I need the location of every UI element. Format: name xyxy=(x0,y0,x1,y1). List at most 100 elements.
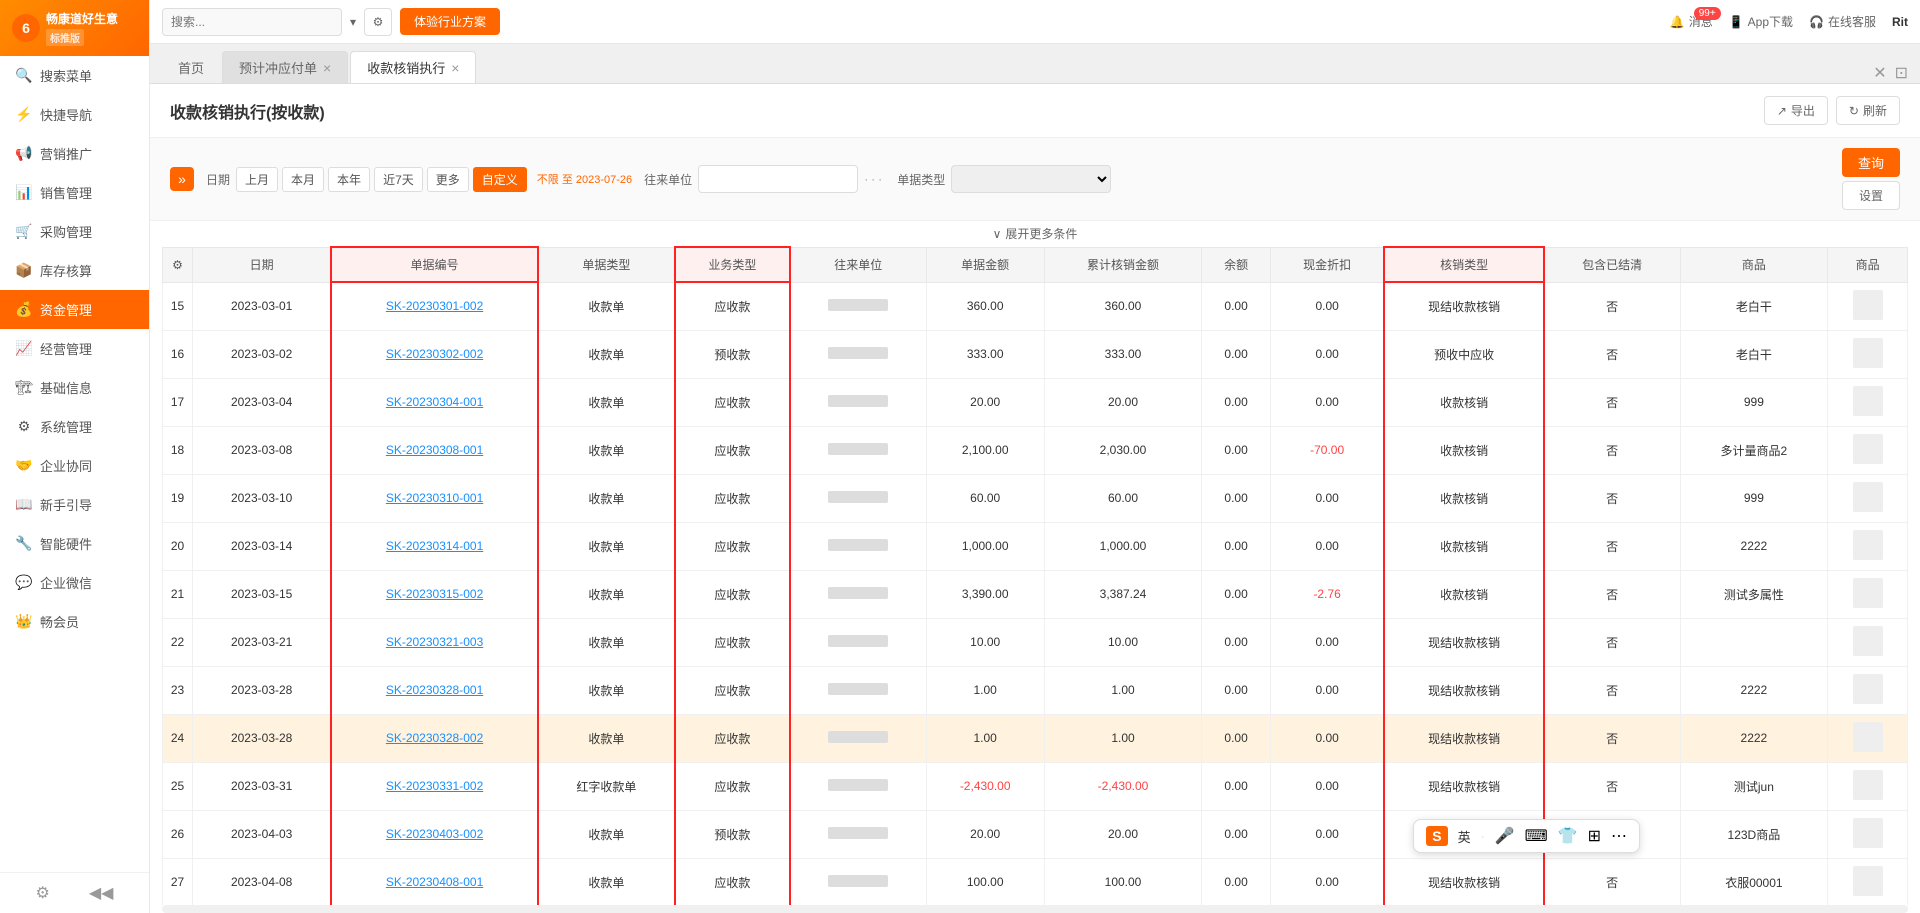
tab-home[interactable]: 首页 xyxy=(162,51,220,83)
voucher-link[interactable]: SK-20230301-002 xyxy=(386,299,483,313)
ime-mic-icon[interactable]: 🎤 xyxy=(1495,826,1515,846)
cell-biz-type: 应收款 xyxy=(675,378,790,426)
cell-cash-discount: 0.00 xyxy=(1270,282,1384,330)
voucher-link[interactable]: SK-20230331-002 xyxy=(386,779,483,793)
cell-date: 2023-03-02 xyxy=(193,330,332,378)
voucher-link[interactable]: SK-20230328-002 xyxy=(386,731,483,745)
sidebar-settings-icon[interactable]: ⚙ xyxy=(36,883,50,903)
maximize-window-btn[interactable]: ⊡ xyxy=(1895,63,1908,83)
sidebar-item-14[interactable]: 👑畅会员 xyxy=(0,602,149,641)
sidebar-item-13[interactable]: 💬企业微信 xyxy=(0,563,149,602)
cell-cash-discount: 0.00 xyxy=(1270,522,1384,570)
sidebar-item-12[interactable]: 🔧智能硬件 xyxy=(0,524,149,563)
cell-counterpart xyxy=(790,618,926,666)
topbar-dropdown[interactable]: ▾ xyxy=(350,15,356,29)
table-settings-button[interactable]: 设置 xyxy=(1842,181,1900,210)
filter-bar: » 日期 上月 本月 本年 近7天 更多 自定义 不限 至 2023-07-26… xyxy=(150,138,1920,221)
this-month-btn[interactable]: 本月 xyxy=(282,167,324,192)
topbar-right: 🔔 消息 99+ 📱 App下载 🎧 在线客服 Rit xyxy=(1670,13,1908,30)
counterpart-input[interactable] xyxy=(698,165,858,193)
this-year-btn[interactable]: 本年 xyxy=(328,167,370,192)
cell-counterpart xyxy=(790,378,926,426)
ime-grid-icon[interactable]: ⊞ xyxy=(1588,826,1601,846)
sidebar-collapse-icon[interactable]: ◀◀ xyxy=(89,883,114,903)
more-dates-btn[interactable]: 更多 xyxy=(427,167,469,192)
cell-product: 老白干 xyxy=(1680,330,1828,378)
last-7-days-btn[interactable]: 近7天 xyxy=(374,167,423,192)
ime-more-icon[interactable]: ⋯ xyxy=(1611,826,1627,846)
sidebar-item-9[interactable]: ⚙系统管理 xyxy=(0,407,149,446)
voucher-link[interactable]: SK-20230328-001 xyxy=(386,683,483,697)
cell-product: 999 xyxy=(1680,474,1828,522)
cell-voucher-type: 收款单 xyxy=(538,378,675,426)
close-window-btn[interactable]: ✕ xyxy=(1873,63,1886,83)
headset-icon: 🎧 xyxy=(1809,15,1824,29)
voucher-link[interactable]: SK-20230403-002 xyxy=(386,827,483,841)
sidebar-item-11[interactable]: 📖新手引导 xyxy=(0,485,149,524)
sidebar-label-14: 畅会员 xyxy=(40,612,79,631)
sidebar-item-0[interactable]: 🔍搜索菜单 xyxy=(0,56,149,95)
ime-shirt-icon[interactable]: 👕 xyxy=(1558,826,1578,846)
cell-date: 2023-03-15 xyxy=(193,570,332,618)
voucher-link[interactable]: SK-20230314-001 xyxy=(386,539,483,553)
custom-date-btn[interactable]: 自定义 xyxy=(473,167,527,192)
topbar: ▾ ⚙ 体验行业方案 🔔 消息 99+ 📱 App下载 🎧 在线客服 Rit xyxy=(150,0,1920,44)
sidebar-icon-5: 📦 xyxy=(16,263,32,279)
tab-prepaid[interactable]: 预计冲应付单 × xyxy=(222,51,348,83)
tab-collection-close[interactable]: × xyxy=(451,60,459,76)
th-gear[interactable]: ⚙ xyxy=(163,247,193,282)
table-scrollbar[interactable] xyxy=(162,905,1908,913)
voucher-link[interactable]: SK-20230304-001 xyxy=(386,395,483,409)
topbar-search-input[interactable] xyxy=(162,8,342,36)
cell-product: 多计量商品2 xyxy=(1680,426,1828,474)
voucher-link[interactable]: SK-20230315-002 xyxy=(386,587,483,601)
sidebar-label-3: 销售管理 xyxy=(40,183,92,202)
cell-voucher-type: 收款单 xyxy=(538,474,675,522)
tab-collection[interactable]: 收款核销执行 × xyxy=(350,51,476,83)
voucher-link[interactable]: SK-20230310-001 xyxy=(386,491,483,505)
cell-product2 xyxy=(1828,330,1908,378)
cell-cash-discount: -2.76 xyxy=(1270,570,1384,618)
tab-prepaid-close[interactable]: × xyxy=(323,60,331,76)
sidebar-item-3[interactable]: 📊销售管理 xyxy=(0,173,149,212)
cell-seq: 19 xyxy=(163,474,193,522)
cell-include-settled: 否 xyxy=(1544,618,1680,666)
sidebar-item-6[interactable]: 💰资金管理 xyxy=(0,290,149,329)
cell-biz-type: 应收款 xyxy=(675,474,790,522)
online-service-link[interactable]: 🎧 在线客服 xyxy=(1809,13,1876,30)
sidebar-item-10[interactable]: 🤝企业协同 xyxy=(0,446,149,485)
voucher-type-select[interactable] xyxy=(951,165,1111,193)
industry-solution-button[interactable]: 体验行业方案 xyxy=(400,8,500,35)
filter-expand-btn[interactable]: » xyxy=(170,167,194,191)
refresh-button[interactable]: ↻ 刷新 xyxy=(1836,96,1900,125)
topbar-gear-btn[interactable]: ⚙ xyxy=(364,8,392,36)
export-button[interactable]: ↗ 导出 xyxy=(1764,96,1828,125)
cell-product2 xyxy=(1828,714,1908,762)
sidebar-item-8[interactable]: 🏗基础信息 xyxy=(0,368,149,407)
cell-product2 xyxy=(1828,858,1908,905)
cell-seq: 20 xyxy=(163,522,193,570)
last-month-btn[interactable]: 上月 xyxy=(236,167,278,192)
sidebar-item-4[interactable]: 🛒采购管理 xyxy=(0,212,149,251)
cell-include-settled: 否 xyxy=(1544,522,1680,570)
cell-amount: 20.00 xyxy=(926,378,1044,426)
th-date: 日期 xyxy=(193,247,332,282)
cell-seq: 15 xyxy=(163,282,193,330)
app-download-link[interactable]: 📱 App下载 xyxy=(1729,13,1793,30)
sidebar-item-1[interactable]: ⚡快捷导航 xyxy=(0,95,149,134)
sidebar-item-2[interactable]: 📢营销推广 xyxy=(0,134,149,173)
expand-more-btn[interactable]: ∨ 展开更多条件 xyxy=(993,225,1078,242)
voucher-link[interactable]: SK-20230302-002 xyxy=(386,347,483,361)
voucher-link[interactable]: SK-20230408-001 xyxy=(386,875,483,889)
voucher-link[interactable]: SK-20230308-001 xyxy=(386,443,483,457)
query-button[interactable]: 查询 xyxy=(1842,148,1900,177)
notification-area[interactable]: 🔔 消息 99+ xyxy=(1670,13,1713,30)
sidebar-item-7[interactable]: 📈经营管理 xyxy=(0,329,149,368)
cell-date: 2023-03-08 xyxy=(193,426,332,474)
cell-voucher-no: SK-20230301-002 xyxy=(331,282,538,330)
voucher-link[interactable]: SK-20230321-003 xyxy=(386,635,483,649)
sidebar-item-5[interactable]: 📦库存核算 xyxy=(0,251,149,290)
cell-seq: 17 xyxy=(163,378,193,426)
ime-keyboard-icon[interactable]: ⌨ xyxy=(1525,826,1548,846)
cell-cash-discount: 0.00 xyxy=(1270,810,1384,858)
